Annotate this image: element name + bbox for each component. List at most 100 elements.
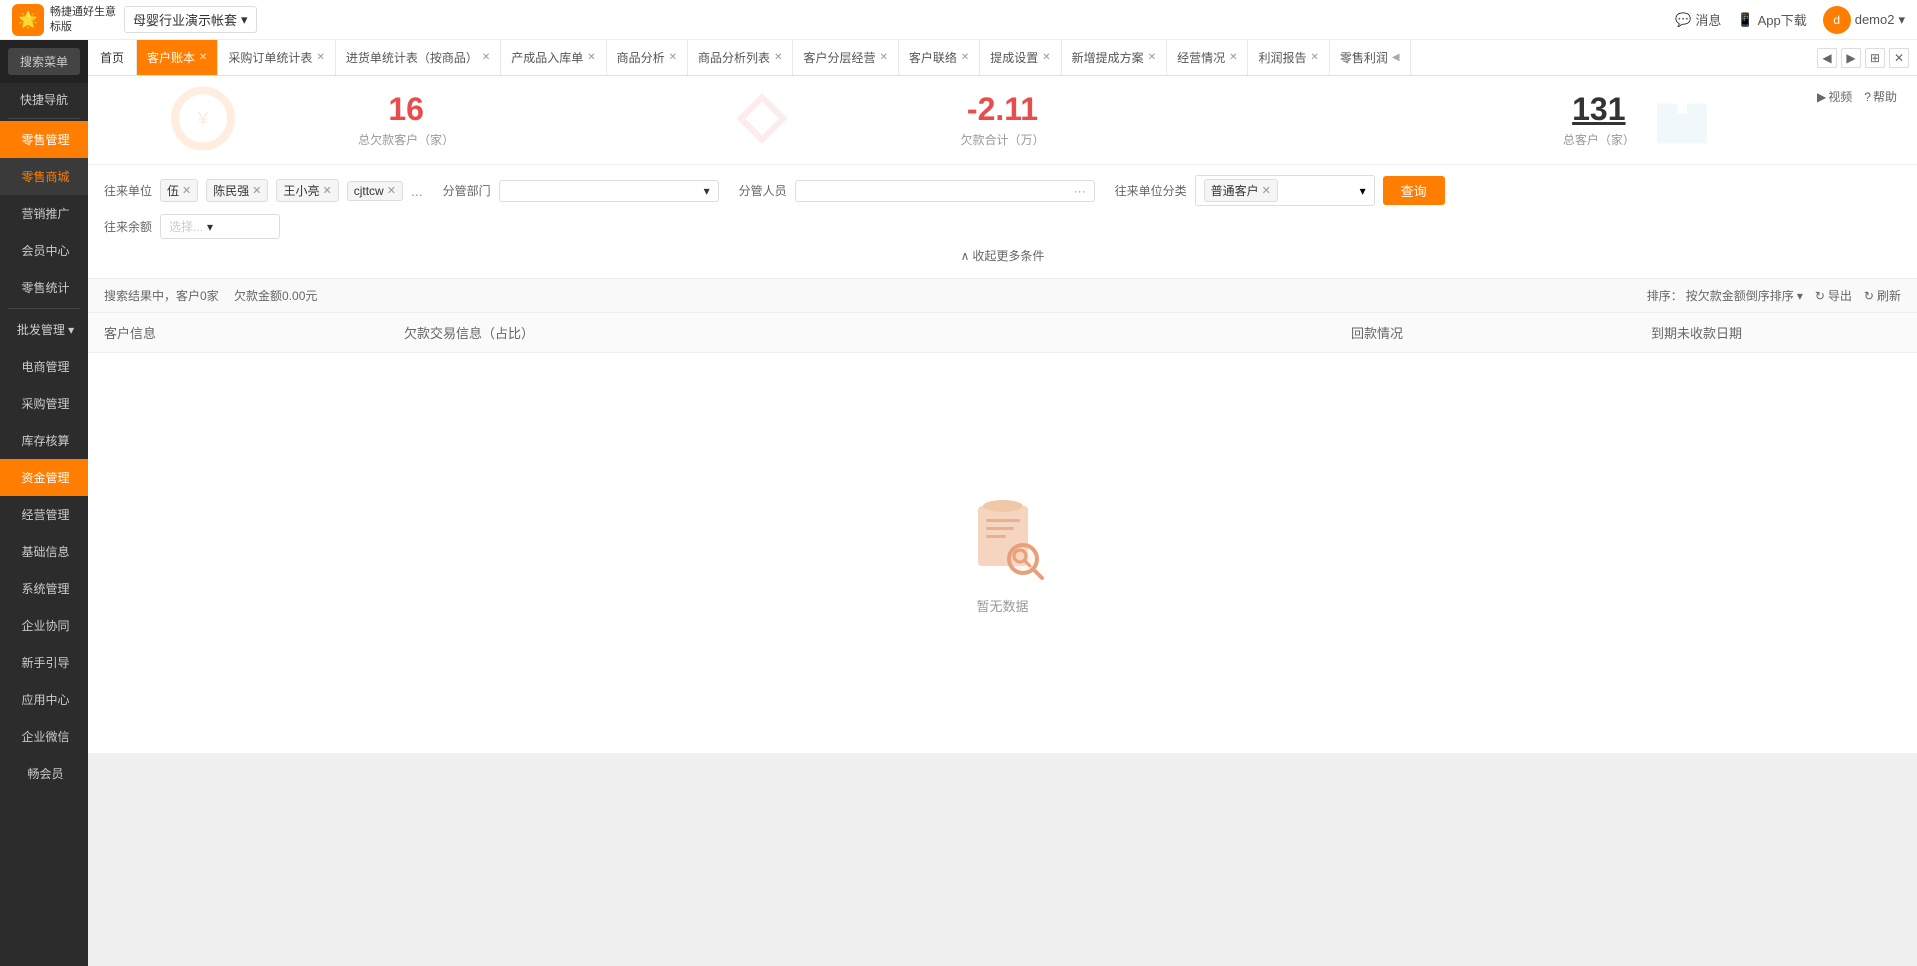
tab-product-stock-in[interactable]: 产成品入库单 ✕ <box>501 40 606 75</box>
table-header: 客户信息 欠款交易信息（占比） 回款情况 到期未收款日期 <box>88 313 1917 353</box>
query-button[interactable]: 查询 <box>1383 176 1445 205</box>
chevron-left-icon: ◀ <box>1392 52 1400 63</box>
dept-select[interactable]: ▾ <box>499 180 719 202</box>
chevron-down-icon: ▾ <box>1898 12 1905 28</box>
sidebar-item-basic-info[interactable]: 基础信息 <box>0 533 88 570</box>
unit-classify-label: 往来单位分类 <box>1115 182 1187 199</box>
tab-nav-right-btn[interactable]: ▶ <box>1841 48 1861 68</box>
people-select[interactable]: ··· <box>795 180 1095 202</box>
tab-profit-report[interactable]: 利润报告 ✕ <box>1248 40 1329 75</box>
sidebar-item-inventory-check[interactable]: 库存核算 <box>0 422 88 459</box>
tab-improve-settings[interactable]: 提成设置 ✕ <box>980 40 1061 75</box>
top-right: 💬 消息 📱 App下载 d demo2 ▾ <box>1675 6 1905 34</box>
sidebar-item-member-center[interactable]: 会员中心 <box>0 232 88 269</box>
tab-close-customer-book[interactable]: ✕ <box>199 52 207 63</box>
tab-purchase-order-stats[interactable]: 采购订单统计表 ✕ <box>218 40 335 75</box>
filter-row-1: 往来单位 伍 ✕ 陈民强 ✕ 王小亮 ✕ cjttcw <box>104 175 1901 206</box>
tab-customer-segment-ops[interactable]: 客户分层经营 ✕ <box>793 40 898 75</box>
sidebar-item-beginner-guide[interactable]: 新手引导 <box>0 644 88 681</box>
video-link-btn[interactable]: ▶ 视频 <box>1817 88 1852 105</box>
message-btn[interactable]: 💬 消息 <box>1675 10 1721 29</box>
tab-close-customer-segment[interactable]: ✕ <box>879 52 887 63</box>
avatar: d <box>1823 6 1851 34</box>
sidebar-item-retail-mgmt[interactable]: 零售管理 <box>0 121 88 158</box>
tab-close-product-analysis-list[interactable]: ✕ <box>774 52 782 63</box>
sidebar-item-ecom-mgmt[interactable]: 电商管理 <box>0 348 88 385</box>
tab-close-inventory-stats[interactable]: ✕ <box>482 52 490 63</box>
refresh-icon2: ↻ <box>1864 289 1874 303</box>
sidebar-item-retail-stats[interactable]: 零售统计 <box>0 269 88 306</box>
tab-nav-left-btn[interactable]: ◀ <box>1817 48 1837 68</box>
stat-block-1: 16 总欠款客户（家） <box>108 92 704 148</box>
filter-row-2: 往来余额 选择... ▾ <box>104 214 1901 239</box>
logo-icon: 🌟 <box>12 4 44 36</box>
tab-inventory-stats[interactable]: 进货单统计表（按商品） ✕ <box>336 40 501 75</box>
filter-tag-normal-customer: 普通客户 ✕ <box>1204 179 1278 202</box>
sidebar-item-member-plus[interactable]: 畅会员 <box>0 755 88 792</box>
stat-value-2: -2.11 <box>704 92 1300 127</box>
remove-tag-wang[interactable]: ✕ <box>323 184 332 197</box>
sidebar-item-wholesale-mgmt[interactable]: 批发管理 ▾ <box>0 311 88 348</box>
collapse-filter-btn[interactable]: ∧ 收起更多条件 <box>104 247 1901 264</box>
col-header-overdue-date: 到期未收款日期 <box>1651 323 1901 342</box>
tab-close-new-improve-plan[interactable]: ✕ <box>1148 52 1156 63</box>
company-select[interactable]: 母婴行业演示帐套 ▾ <box>124 6 257 33</box>
remove-tag-cjttcw[interactable]: ✕ <box>387 184 396 197</box>
page-content: ¥ 16 总欠款客户（家） -2.11 欠款合计（万） <box>88 76 1917 966</box>
sidebar-item-sys-mgmt[interactable]: 系统管理 <box>0 570 88 607</box>
sidebar-item-ops-mgmt[interactable]: 经营管理 <box>0 496 88 533</box>
sort-select[interactable]: 排序： 按欠款金额倒序排序 ▾ <box>1647 287 1803 304</box>
app-download-btn[interactable]: 📱 App下载 <box>1737 10 1806 29</box>
tab-close-customer-contact[interactable]: ✕ <box>961 52 969 63</box>
tab-new-improve-plan[interactable]: 新增提成方案 ✕ <box>1062 40 1167 75</box>
tab-close-product-analysis[interactable]: ✕ <box>669 52 677 63</box>
more-icon: ··· <box>1074 184 1086 198</box>
top-middle: 母婴行业演示帐套 ▾ <box>116 6 1675 33</box>
refresh-icon: ↻ <box>1815 289 1825 303</box>
refresh-btn[interactable]: ↻ 刷新 <box>1864 287 1901 304</box>
sidebar-item-marketing[interactable]: 营销推广 <box>0 195 88 232</box>
col-header-customer-info: 客户信息 <box>104 323 404 342</box>
tab-home[interactable]: 首页 <box>88 40 137 75</box>
top-bar: 🌟 畅捷通好生意 标版 母婴行业演示帐套 ▾ 💬 消息 📱 App下载 d de… <box>0 0 1917 40</box>
top-right-links: ▶ 视频 ? 帮助 <box>1817 88 1897 105</box>
chevron-down-icon: ▾ <box>241 12 248 28</box>
tab-product-analysis[interactable]: 商品分析 ✕ <box>607 40 688 75</box>
sidebar-item-purchase-mgmt[interactable]: 采购管理 <box>0 385 88 422</box>
tab-close-product-stock-in[interactable]: ✕ <box>587 52 595 63</box>
tab-close-all-btn[interactable]: ✕ <box>1889 48 1909 68</box>
tab-close-profit-report[interactable]: ✕ <box>1311 52 1319 63</box>
sidebar-item-retail-mall[interactable]: 零售商城 <box>0 158 88 195</box>
tab-controls: ◀ ▶ ⊞ ✕ <box>1809 40 1917 75</box>
help-link-btn[interactable]: ? 帮助 <box>1864 88 1897 105</box>
tab-close-improve-settings[interactable]: ✕ <box>1042 52 1050 63</box>
sidebar-item-app-center[interactable]: 应用中心 <box>0 681 88 718</box>
tab-close-purchase-order-stats[interactable]: ✕ <box>316 52 324 63</box>
result-text: 搜索结果中，客户0家 欠款金额0.00元 <box>104 287 317 304</box>
empty-text: 暂无数据 <box>976 596 1028 615</box>
tab-ops-situation[interactable]: 经营情况 ✕ <box>1167 40 1248 75</box>
remove-tag-wu[interactable]: ✕ <box>182 184 191 197</box>
filter-more-tags[interactable]: ... <box>411 183 423 199</box>
help-icon: ? <box>1864 90 1871 104</box>
tab-product-analysis-list[interactable]: 商品分析列表 ✕ <box>688 40 793 75</box>
remove-tag-normal-customer[interactable]: ✕ <box>1262 184 1271 197</box>
tab-more-btn[interactable]: ⊞ <box>1865 48 1885 68</box>
quick-nav-btn[interactable]: 快捷导航 <box>0 83 88 116</box>
sidebar-item-enterprise-collab[interactable]: 企业协同 <box>0 607 88 644</box>
export-btn[interactable]: ↻ 导出 <box>1815 287 1852 304</box>
sidebar-item-enterprise-wechat[interactable]: 企业微信 <box>0 718 88 755</box>
empty-illustration <box>958 491 1048 584</box>
user-menu[interactable]: d demo2 ▾ <box>1823 6 1905 34</box>
remove-tag-chen[interactable]: ✕ <box>252 184 261 197</box>
tab-customer-book[interactable]: 客户账本 ✕ <box>137 40 218 75</box>
unit-classify-select[interactable]: 普通客户 ✕ ▾ <box>1195 175 1375 206</box>
sidebar-item-capital-mgmt[interactable]: 资金管理 <box>0 459 88 496</box>
remainder-select[interactable]: 选择... ▾ <box>160 214 280 239</box>
tab-close-ops-situation[interactable]: ✕ <box>1229 52 1237 63</box>
search-menu-btn[interactable]: 搜索菜单 <box>8 48 80 75</box>
tab-customer-contact[interactable]: 客户联络 ✕ <box>899 40 980 75</box>
tab-retail-profit[interactable]: 零售利润 ◀ <box>1330 40 1411 75</box>
remainder-filter-label: 往来余额 <box>104 218 152 235</box>
col-header-repayment: 回款情况 <box>1351 323 1651 342</box>
